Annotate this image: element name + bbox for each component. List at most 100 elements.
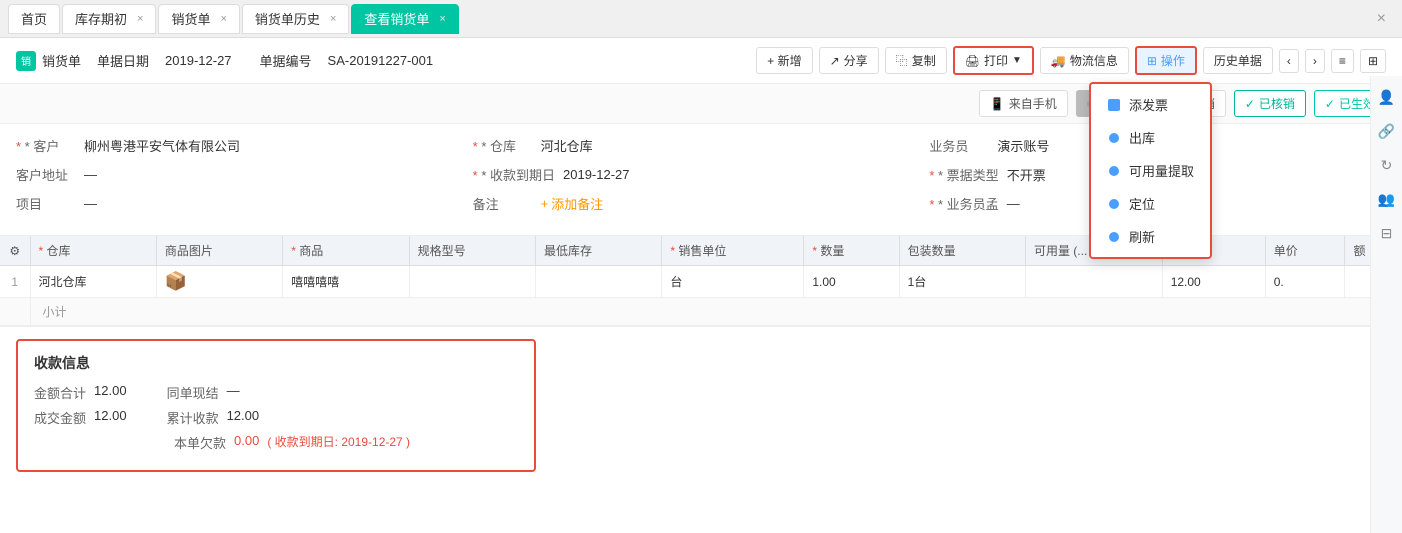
ticket-type-label: * 票据类型 bbox=[929, 165, 998, 184]
prev-button[interactable]: ‹ bbox=[1279, 49, 1299, 73]
copy-button[interactable]: ⿻ 复制 bbox=[885, 47, 947, 74]
tab-history-close[interactable]: × bbox=[330, 13, 336, 25]
doc-type-icon: 销 bbox=[16, 51, 36, 71]
table-row: 1 河北仓库 📦 嘻嘻嘻嘻 台 1.00 1台 12.00 0. bbox=[0, 266, 1402, 298]
window-close-button[interactable]: × bbox=[1369, 10, 1394, 28]
salesperson-value: 演示账号 bbox=[997, 136, 1049, 155]
tab-sales-history[interactable]: 销货单历史 × bbox=[242, 4, 349, 34]
tab-inventory-label: 库存期初 bbox=[75, 9, 127, 28]
row-num: 1 bbox=[0, 266, 30, 298]
tab-inventory-close[interactable]: × bbox=[137, 13, 143, 25]
col-minstock: 最低库存 bbox=[536, 236, 662, 266]
menu-locate[interactable]: 定位 bbox=[1091, 187, 1210, 220]
current-due-value: 0.00 bbox=[234, 433, 259, 452]
settlement-label: 同单现结 bbox=[167, 383, 219, 402]
warehouse-label: * 仓库 bbox=[473, 136, 533, 155]
locate-icon bbox=[1107, 197, 1121, 211]
operations-button[interactable]: ⊞ 操作 bbox=[1135, 46, 1197, 75]
add-note-button[interactable]: 添加备注 bbox=[541, 194, 604, 213]
layout1-button[interactable]: ≡ bbox=[1331, 49, 1354, 73]
number-label: 单据编号 bbox=[260, 51, 312, 70]
outbound-icon bbox=[1107, 131, 1121, 145]
tab-history-label: 销货单历史 bbox=[255, 9, 320, 28]
row-warehouse: 河北仓库 bbox=[30, 266, 156, 298]
logistics-label: 物流信息 bbox=[1070, 52, 1118, 69]
menu-available-qty[interactable]: 可用量提取 bbox=[1091, 154, 1210, 187]
current-due-item: 本单欠款 0.00 ( 收款到期日: 2019-12-27 ) bbox=[174, 433, 410, 452]
tab-view-close[interactable]: × bbox=[439, 13, 445, 25]
operations-dropdown: 添发票 出库 可用量提取 定位 刷新 bbox=[1089, 82, 1212, 259]
cumulative-label: 累计收款 bbox=[167, 408, 219, 427]
row-price: 0. bbox=[1265, 266, 1345, 298]
project-label: 项目 bbox=[16, 194, 76, 213]
new-button[interactable]: + 新增 bbox=[756, 47, 812, 74]
menu-refresh[interactable]: 刷新 bbox=[1091, 220, 1210, 253]
tab-home-label: 首页 bbox=[21, 9, 47, 28]
current-due-label: 本单欠款 bbox=[174, 433, 226, 452]
col-image: 商品图片 bbox=[156, 236, 282, 266]
doc-title: 销 销货单 bbox=[16, 51, 81, 71]
salesperson-label: 业务员 bbox=[929, 136, 989, 155]
print-button[interactable]: 🖨 打印 ▼ bbox=[953, 46, 1034, 75]
sold-button[interactable]: ✓ 已核销 bbox=[1234, 90, 1306, 117]
col-product: * 商品 bbox=[283, 236, 409, 266]
tab-sales-close[interactable]: × bbox=[220, 13, 226, 25]
doc-header: 销 销货单 单据日期 2019-12-27 单据编号 SA-20191227-0… bbox=[0, 38, 1402, 84]
tabs-bar: 首页 库存期初 × 销货单 × 销货单历史 × 查看销货单 × × bbox=[0, 0, 1402, 38]
sidebar-user2-icon[interactable]: 👥 bbox=[1374, 186, 1400, 212]
doc-type-label: 销货单 bbox=[42, 51, 81, 70]
col-packqty: 包装数量 bbox=[899, 236, 1025, 266]
from-phone-button[interactable]: 📱 来自手机 bbox=[979, 90, 1068, 117]
tab-sales-label: 销货单 bbox=[171, 9, 210, 28]
copy-icon: ⿻ bbox=[896, 52, 908, 69]
menu-add-invoice[interactable]: 添发票 bbox=[1091, 88, 1210, 121]
main-content: 销 销货单 单据日期 2019-12-27 单据编号 SA-20191227-0… bbox=[0, 38, 1402, 533]
print-icon: 🖨 bbox=[965, 54, 980, 68]
history-label: 历史单据 bbox=[1214, 52, 1262, 69]
right-sidebar: 👤 🔗 ↻ 👥 ⊟ ⤢ bbox=[1370, 76, 1402, 533]
layout1-icon: ≡ bbox=[1339, 54, 1346, 68]
payment-info: 收款信息 金额合计 12.00 同单现结 — 成交金额 12.00 bbox=[16, 339, 536, 472]
tab-home[interactable]: 首页 bbox=[8, 4, 60, 34]
add-invoice-label: 添发票 bbox=[1129, 95, 1168, 114]
bottom-panel: 收款信息 金额合计 12.00 同单现结 — 成交金额 12.00 bbox=[0, 327, 1402, 484]
col-price: 单价 bbox=[1265, 236, 1345, 266]
row-qty: 1.00 bbox=[804, 266, 899, 298]
next-button[interactable]: › bbox=[1305, 49, 1325, 73]
share-button[interactable]: ↗ 分享 bbox=[819, 47, 879, 74]
customer-label: * 客户 bbox=[16, 136, 76, 155]
cumulative-item: 累计收款 12.00 bbox=[167, 408, 260, 427]
print-label: 打印 bbox=[984, 52, 1008, 69]
row-minstock bbox=[536, 266, 662, 298]
col-unit: * 销售单位 bbox=[662, 236, 804, 266]
subtotal-empty bbox=[0, 298, 30, 326]
locate-label: 定位 bbox=[1129, 194, 1155, 213]
add-invoice-icon bbox=[1107, 98, 1121, 112]
warehouse-field: * 仓库 河北仓库 bbox=[473, 136, 930, 155]
sidebar-rotate-icon[interactable]: ↻ bbox=[1374, 152, 1400, 178]
logistics-icon: 🚚 bbox=[1051, 54, 1066, 68]
logistics-button[interactable]: 🚚 物流信息 bbox=[1040, 47, 1129, 74]
tab-view-label: 查看销货单 bbox=[364, 9, 429, 28]
sidebar-link-icon[interactable]: 🔗 bbox=[1374, 118, 1400, 144]
payment-date-value: 2019-12-27 bbox=[563, 167, 630, 182]
layout2-button[interactable]: ⊞ bbox=[1360, 49, 1386, 73]
customer-field: * 客户 柳州粤港平安气体有限公司 bbox=[16, 136, 473, 155]
row-stock: 12.00 bbox=[1162, 266, 1265, 298]
total-amount-item: 金额合计 12.00 bbox=[34, 383, 127, 402]
outbound-label: 出库 bbox=[1129, 128, 1155, 147]
sidebar-person-icon[interactable]: 👤 bbox=[1374, 84, 1400, 110]
sidebar-table-icon[interactable]: ⊟ bbox=[1374, 220, 1400, 246]
tab-sales-order[interactable]: 销货单 × bbox=[158, 4, 239, 34]
note-label: 备注 bbox=[473, 194, 533, 213]
sold-icon: ✓ bbox=[1245, 97, 1255, 111]
prev-icon: ‹ bbox=[1287, 54, 1291, 68]
history-button[interactable]: 历史单据 bbox=[1203, 47, 1273, 74]
transaction-item: 成交金额 12.00 bbox=[34, 408, 127, 427]
tab-view-sales[interactable]: 查看销货单 × bbox=[351, 4, 458, 34]
phone-icon: 📱 bbox=[990, 97, 1005, 111]
effective-icon: ✓ bbox=[1325, 97, 1335, 111]
col-warehouse: * 仓库 bbox=[30, 236, 156, 266]
tab-inventory-init[interactable]: 库存期初 × bbox=[62, 4, 156, 34]
menu-outbound[interactable]: 出库 bbox=[1091, 121, 1210, 154]
